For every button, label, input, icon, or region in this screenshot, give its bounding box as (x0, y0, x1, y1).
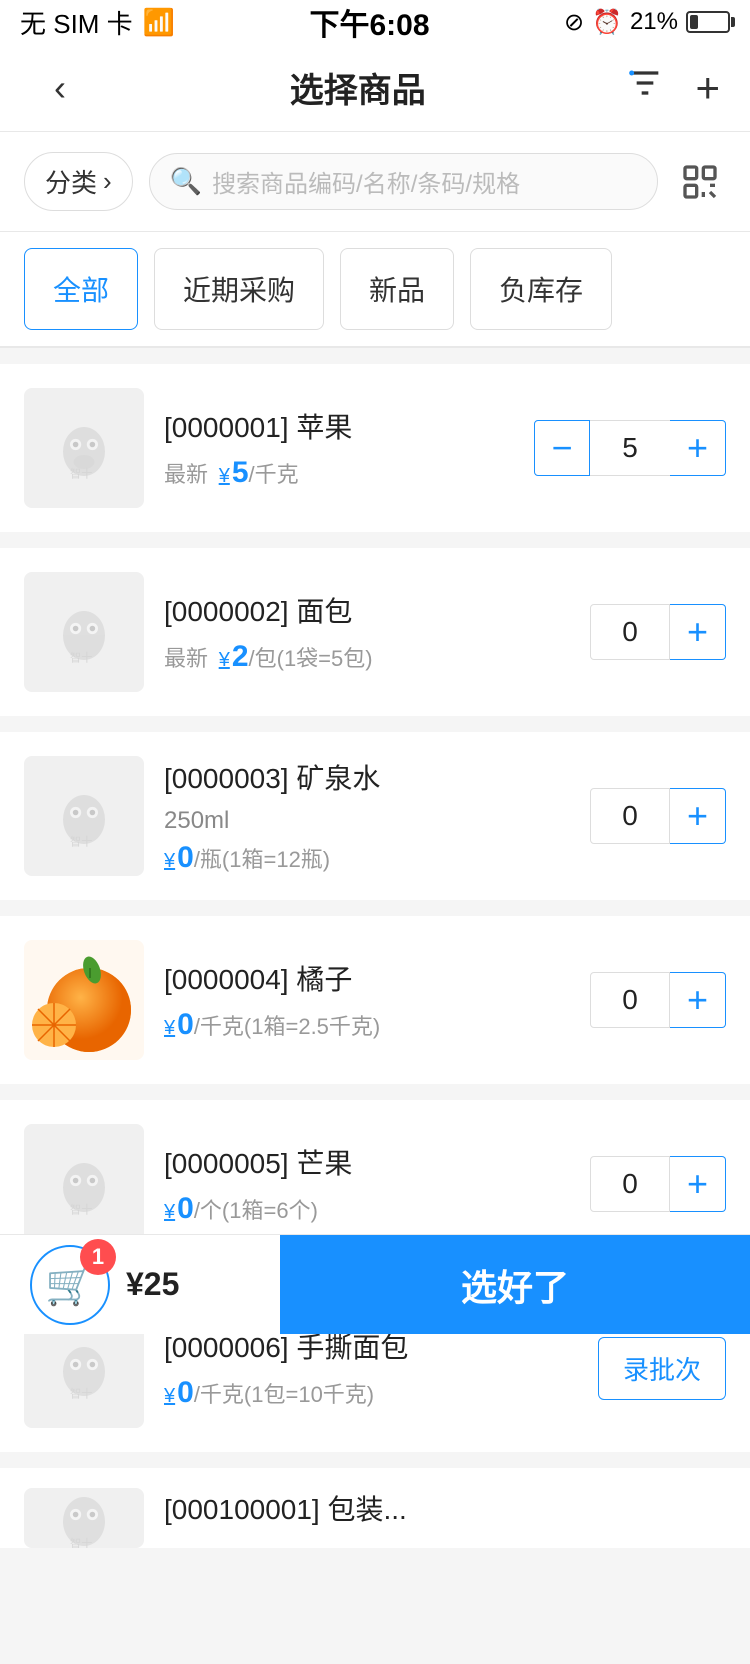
cart-section: 🛒 1 ¥25 (0, 1245, 280, 1325)
product-price: ¥0/瓶(1箱=12瓶) (164, 841, 570, 875)
confirm-button[interactable]: 选好了 (280, 1235, 750, 1334)
product-info-0000004: [0000004] 橘子 ¥0/千克(1箱=2.5千克) (164, 958, 570, 1042)
tab-recent[interactable]: 近期采购 (154, 248, 324, 330)
category-button[interactable]: 分类 › (24, 152, 133, 211)
increment-button-0000001[interactable]: + (670, 420, 726, 476)
quantity-input-0000001[interactable] (590, 420, 670, 476)
svg-text:智十: 智十 (70, 650, 92, 664)
product-name: [0000002] 面包 (164, 590, 570, 630)
product-price: ¥0/千克(1包=10千克) (164, 1376, 578, 1410)
quantity-input-0000002[interactable] (590, 604, 670, 660)
cart-badge: 1 (80, 1239, 116, 1275)
filter-icon[interactable] (625, 63, 665, 113)
product-image-0000005: 智十 (24, 1124, 144, 1244)
product-controls-0000005: + (590, 1156, 726, 1212)
carrier-text: 无 SIM 卡 (20, 4, 133, 41)
table-row: 智十 [0000001] 苹果 最新 ¥5/千克 − + (0, 364, 750, 532)
nav-actions: + (625, 63, 720, 113)
product-info-000100001: [000100001] 包装... (164, 1488, 726, 1538)
add-icon[interactable]: + (695, 64, 720, 112)
tab-row: 全部 近期采购 新品 负库存 (0, 232, 750, 348)
product-list: 智十 [0000001] 苹果 最新 ¥5/千克 − + 智十 (0, 364, 750, 1664)
search-bar[interactable]: 🔍 搜索商品编码/名称/条码/规格 (149, 153, 658, 210)
category-arrow: › (103, 166, 112, 197)
product-info-0000005: [0000005] 芒果 ¥0/个(1箱=6个) (164, 1142, 570, 1226)
status-bar: 无 SIM 卡 📶 下午6:08 ⊘ ⏰ 21% (0, 0, 750, 44)
svg-text:智十: 智十 (70, 1536, 92, 1548)
back-icon: ‹ (54, 67, 66, 109)
product-controls-0000004: + (590, 972, 726, 1028)
quantity-input-0000004[interactable] (590, 972, 670, 1028)
increment-button-0000003[interactable]: + (670, 788, 726, 844)
table-row: 智十 [0000003] 矿泉水 250ml ¥0/瓶(1箱=12瓶) + (0, 732, 750, 900)
alarm-icon: ⏰ (592, 8, 622, 37)
location-icon: ⊘ (564, 8, 584, 37)
status-right: ⊘ ⏰ 21% (564, 8, 730, 37)
product-info-0000006: [0000006] 手撕面包 ¥0/千克(1包=10千克) (164, 1326, 578, 1410)
batch-button-0000006[interactable]: 录批次 (598, 1337, 726, 1400)
back-button[interactable]: ‹ (30, 58, 90, 118)
tab-all[interactable]: 全部 (24, 248, 138, 330)
decrement-button-0000001[interactable]: − (534, 420, 590, 476)
product-image-0000003: 智十 (24, 756, 144, 876)
product-name: [0000004] 橘子 (164, 958, 570, 998)
product-controls-0000001: − + (534, 420, 726, 476)
product-controls-0000003: + (590, 788, 726, 844)
tab-negative[interactable]: 负库存 (470, 248, 612, 330)
increment-button-0000005[interactable]: + (670, 1156, 726, 1212)
bottom-bar: 🛒 1 ¥25 选好了 (0, 1234, 750, 1334)
product-info-0000002: [0000002] 面包 最新 ¥2/包(1袋=5包) (164, 590, 570, 674)
product-image-0000001: 智十 (24, 388, 144, 508)
search-placeholder: 搜索商品编码/名称/条码/规格 (212, 164, 520, 199)
confirm-label: 选好了 (461, 1259, 569, 1311)
quantity-input-0000005[interactable] (590, 1156, 670, 1212)
product-name: [0000003] 矿泉水 (164, 757, 570, 797)
product-image-0000004 (24, 940, 144, 1060)
cart-total: ¥25 (126, 1266, 179, 1303)
product-controls-0000006: 录批次 (598, 1337, 726, 1400)
increment-button-0000004[interactable]: + (670, 972, 726, 1028)
svg-text:智十: 智十 (70, 466, 92, 480)
scan-button[interactable] (674, 156, 726, 208)
product-controls-0000002: + (590, 604, 726, 660)
product-name: [000100001] 包装... (164, 1488, 726, 1528)
wifi-icon: 📶 (143, 7, 175, 38)
status-time: 下午6:08 (309, 0, 429, 44)
product-price: ¥0/个(1箱=6个) (164, 1192, 570, 1226)
product-image-0000002: 智十 (24, 572, 144, 692)
tab-new[interactable]: 新品 (340, 248, 454, 330)
product-price: 最新 ¥2/包(1袋=5包) (164, 640, 570, 674)
category-label: 分类 (45, 163, 97, 200)
svg-text:智十: 智十 (70, 834, 92, 848)
product-name: [0000001] 苹果 (164, 406, 514, 446)
product-price: ¥0/千克(1箱=2.5千克) (164, 1008, 570, 1042)
product-info-0000001: [0000001] 苹果 最新 ¥5/千克 (164, 406, 514, 490)
svg-text:智十: 智十 (70, 1202, 92, 1216)
cart-icon[interactable]: 🛒 1 (30, 1245, 110, 1325)
battery-percent: 21% (630, 8, 678, 36)
product-image-000100001: 智十 (24, 1488, 144, 1548)
product-info-0000003: [0000003] 矿泉水 250ml ¥0/瓶(1箱=12瓶) (164, 757, 570, 875)
search-icon: 🔍 (170, 166, 202, 197)
table-row: [0000004] 橘子 ¥0/千克(1箱=2.5千克) + (0, 916, 750, 1084)
product-price: 最新 ¥5/千克 (164, 456, 514, 490)
product-spec: 250ml (164, 807, 570, 835)
product-name: [0000005] 芒果 (164, 1142, 570, 1182)
battery-icon (686, 11, 730, 33)
quantity-input-0000003[interactable] (590, 788, 670, 844)
status-left: 无 SIM 卡 📶 (20, 4, 175, 41)
filter-row: 分类 › 🔍 搜索商品编码/名称/条码/规格 (0, 132, 750, 232)
nav-bar: ‹ 选择商品 + (0, 44, 750, 132)
table-row: 智十 [000100001] 包装... (0, 1468, 750, 1548)
increment-button-0000002[interactable]: + (670, 604, 726, 660)
page-title: 选择商品 (290, 63, 426, 112)
table-row: 智十 [0000002] 面包 最新 ¥2/包(1袋=5包) + (0, 548, 750, 716)
svg-text:智十: 智十 (70, 1386, 92, 1400)
